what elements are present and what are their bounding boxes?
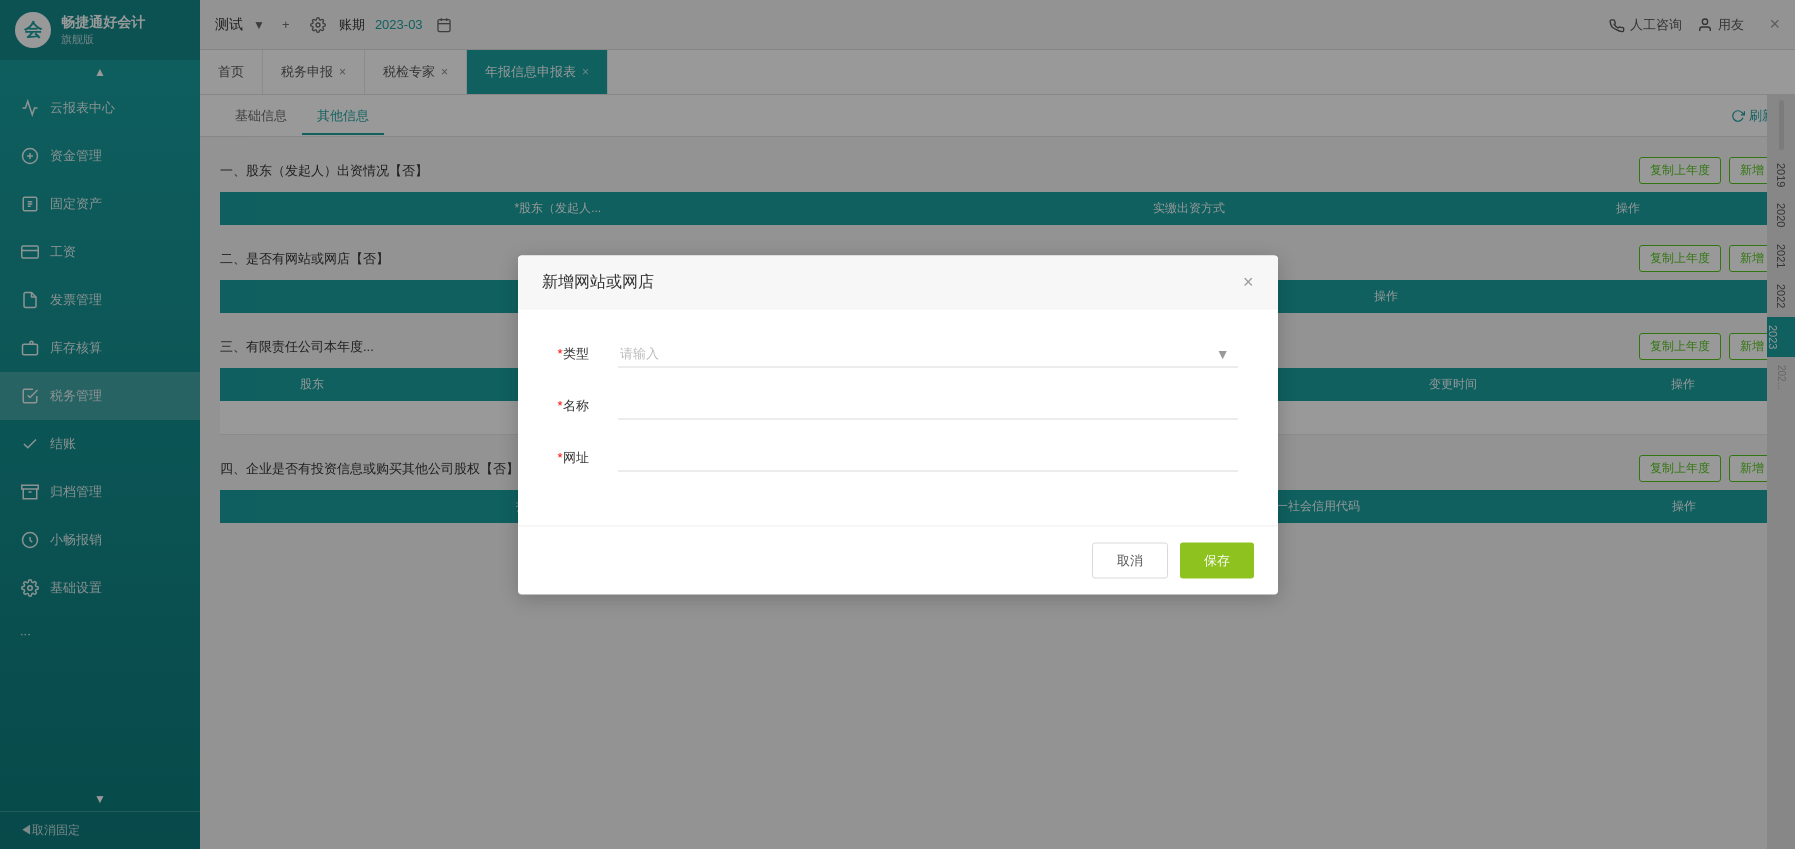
form-item-url: *网址 [558, 443, 1238, 471]
modal-close-button[interactable]: × [1243, 271, 1254, 292]
url-input-wrapper [618, 443, 1238, 471]
add-website-modal: 新增网站或网店 × *类型 ▼ *名称 *网址 [518, 255, 1278, 594]
modal-header: 新增网站或网店 × [518, 255, 1278, 309]
type-label: *类型 [558, 344, 618, 362]
type-dropdown-icon[interactable]: ▼ [1216, 345, 1230, 361]
name-label: *名称 [558, 396, 618, 414]
modal-footer: 取消 保存 [518, 525, 1278, 594]
save-button[interactable]: 保存 [1180, 542, 1254, 578]
cancel-button[interactable]: 取消 [1092, 542, 1168, 578]
name-input[interactable] [618, 391, 1238, 419]
modal-title: 新增网站或网店 [542, 271, 654, 292]
name-input-wrapper [618, 391, 1238, 419]
type-input-wrapper: ▼ [618, 339, 1238, 367]
modal-body: *类型 ▼ *名称 *网址 [518, 309, 1278, 525]
type-input[interactable] [618, 339, 1238, 367]
url-input[interactable] [618, 443, 1238, 471]
url-label: *网址 [558, 448, 618, 466]
form-item-type: *类型 ▼ [558, 339, 1238, 367]
form-item-name: *名称 [558, 391, 1238, 419]
